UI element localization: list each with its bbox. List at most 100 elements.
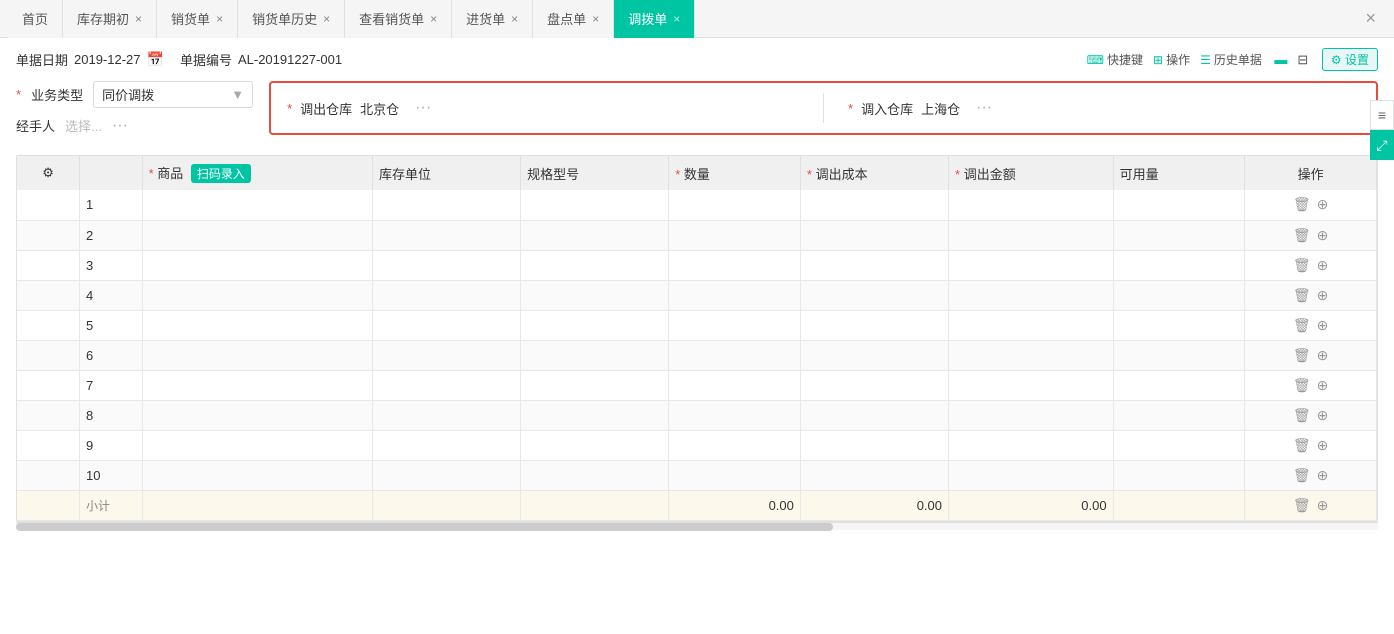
- delete-row-icon[interactable]: 🗑: [1293, 467, 1311, 484]
- sidebar-expand-icon[interactable]: ⤢: [1370, 130, 1394, 160]
- row-product-cell[interactable]: [142, 280, 372, 310]
- row-product-cell[interactable]: [142, 310, 372, 340]
- row-amount-cell[interactable]: [949, 250, 1114, 280]
- row-spec-cell[interactable]: [521, 340, 669, 370]
- shortcut-button[interactable]: ⌨ 快捷键: [1087, 51, 1143, 68]
- calendar-icon[interactable]: 📅: [147, 51, 164, 68]
- delete-row-icon[interactable]: 🗑: [1293, 377, 1311, 394]
- row-unit-cell[interactable]: [372, 340, 520, 370]
- row-product-cell[interactable]: [142, 220, 372, 250]
- delete-row-icon[interactable]: 🗑: [1293, 287, 1311, 304]
- row-spec-cell[interactable]: [521, 310, 669, 340]
- row-cost-cell[interactable]: [800, 370, 948, 400]
- person-more-icon[interactable]: ···: [112, 117, 128, 135]
- row-cost-cell[interactable]: [800, 340, 948, 370]
- row-spec-cell[interactable]: [521, 250, 669, 280]
- delete-row-icon[interactable]: 🗑: [1293, 347, 1311, 364]
- copy-row-icon[interactable]: ⊕: [1317, 437, 1329, 454]
- row-amount-cell[interactable]: [949, 460, 1114, 490]
- row-amount-cell[interactable]: [949, 400, 1114, 430]
- row-spec-cell[interactable]: [521, 220, 669, 250]
- copy-icon[interactable]: ⊕: [1317, 497, 1329, 514]
- copy-row-icon[interactable]: ⊕: [1317, 377, 1329, 394]
- row-amount-cell[interactable]: [949, 310, 1114, 340]
- scan-button[interactable]: 扫码录入: [191, 164, 251, 183]
- row-spec-cell[interactable]: [521, 370, 669, 400]
- row-unit-cell[interactable]: [372, 460, 520, 490]
- history-button[interactable]: ☰ 历史单据: [1200, 51, 1262, 68]
- row-qty-cell[interactable]: [669, 190, 801, 220]
- row-qty-cell[interactable]: [669, 430, 801, 460]
- row-product-cell[interactable]: [142, 430, 372, 460]
- row-qty-cell[interactable]: [669, 310, 801, 340]
- tab-purchase-close[interactable]: ×: [511, 12, 518, 26]
- row-unit-cell[interactable]: [372, 220, 520, 250]
- row-unit-cell[interactable]: [372, 310, 520, 340]
- row-qty-cell[interactable]: [669, 400, 801, 430]
- row-product-cell[interactable]: [142, 460, 372, 490]
- tab-view-sales[interactable]: 查看销货单 ×: [345, 0, 452, 38]
- delete-row-icon[interactable]: 🗑: [1293, 317, 1311, 334]
- row-cost-cell[interactable]: [800, 280, 948, 310]
- tab-transfer[interactable]: 调拨单 ×: [614, 0, 695, 38]
- delete-row-icon[interactable]: 🗑: [1293, 437, 1311, 454]
- delete-row-icon[interactable]: 🗑: [1293, 257, 1311, 274]
- sidebar-list-icon[interactable]: ≡: [1370, 100, 1394, 130]
- person-input[interactable]: 选择...: [65, 116, 102, 135]
- row-unit-cell[interactable]: [372, 400, 520, 430]
- copy-row-icon[interactable]: ⊕: [1317, 227, 1329, 244]
- row-cost-cell[interactable]: [800, 190, 948, 220]
- setting-button[interactable]: ⚙ 设置: [1322, 48, 1378, 71]
- row-qty-cell[interactable]: [669, 370, 801, 400]
- row-amount-cell[interactable]: [949, 430, 1114, 460]
- tab-inventory-close[interactable]: ×: [135, 12, 142, 26]
- row-spec-cell[interactable]: [521, 430, 669, 460]
- tab-inventory[interactable]: 库存期初 ×: [63, 0, 157, 38]
- row-cost-cell[interactable]: [800, 460, 948, 490]
- delete-row-icon[interactable]: 🗑: [1293, 196, 1311, 213]
- delete-row-icon[interactable]: 🗑: [1293, 407, 1311, 424]
- row-qty-cell[interactable]: [669, 280, 801, 310]
- row-cost-cell[interactable]: [800, 400, 948, 430]
- delete-icon[interactable]: 🗑: [1293, 497, 1311, 514]
- grid-view-icon[interactable]: ⊟: [1294, 51, 1312, 69]
- copy-row-icon[interactable]: ⊕: [1317, 347, 1329, 364]
- list-view-icon[interactable]: ▬: [1272, 51, 1290, 69]
- copy-row-icon[interactable]: ⊕: [1317, 407, 1329, 424]
- row-spec-cell[interactable]: [521, 400, 669, 430]
- row-amount-cell[interactable]: [949, 370, 1114, 400]
- row-product-cell[interactable]: [142, 340, 372, 370]
- row-amount-cell[interactable]: [949, 220, 1114, 250]
- row-product-cell[interactable]: [142, 400, 372, 430]
- delete-row-icon[interactable]: 🗑: [1293, 227, 1311, 244]
- col-gear-header[interactable]: ⚙: [17, 156, 80, 190]
- tab-home[interactable]: 首页: [8, 0, 63, 38]
- row-unit-cell[interactable]: [372, 250, 520, 280]
- scroll-bar[interactable]: [16, 522, 1378, 530]
- operation-button[interactable]: ⊞ 操作: [1153, 51, 1190, 68]
- copy-row-icon[interactable]: ⊕: [1317, 287, 1329, 304]
- row-product-cell[interactable]: [142, 190, 372, 220]
- row-spec-cell[interactable]: [521, 190, 669, 220]
- row-product-cell[interactable]: [142, 250, 372, 280]
- tab-purchase[interactable]: 进货单 ×: [452, 0, 533, 38]
- row-unit-cell[interactable]: [372, 430, 520, 460]
- row-spec-cell[interactable]: [521, 460, 669, 490]
- tab-sales-close[interactable]: ×: [216, 12, 223, 26]
- tab-view-sales-close[interactable]: ×: [430, 12, 437, 26]
- tab-transfer-close[interactable]: ×: [673, 12, 680, 26]
- tab-bar-close-button[interactable]: ×: [1355, 8, 1386, 29]
- tab-sales-history[interactable]: 销货单历史 ×: [238, 0, 345, 38]
- tab-inventory-count[interactable]: 盘点单 ×: [533, 0, 614, 38]
- scroll-thumb[interactable]: [16, 523, 833, 531]
- row-unit-cell[interactable]: [372, 280, 520, 310]
- tab-inventory-count-close[interactable]: ×: [592, 12, 599, 26]
- copy-row-icon[interactable]: ⊕: [1317, 257, 1329, 274]
- row-qty-cell[interactable]: [669, 460, 801, 490]
- row-cost-cell[interactable]: [800, 220, 948, 250]
- row-amount-cell[interactable]: [949, 340, 1114, 370]
- copy-row-icon[interactable]: ⊕: [1317, 467, 1329, 484]
- tab-sales-history-close[interactable]: ×: [323, 12, 330, 26]
- row-cost-cell[interactable]: [800, 250, 948, 280]
- row-cost-cell[interactable]: [800, 310, 948, 340]
